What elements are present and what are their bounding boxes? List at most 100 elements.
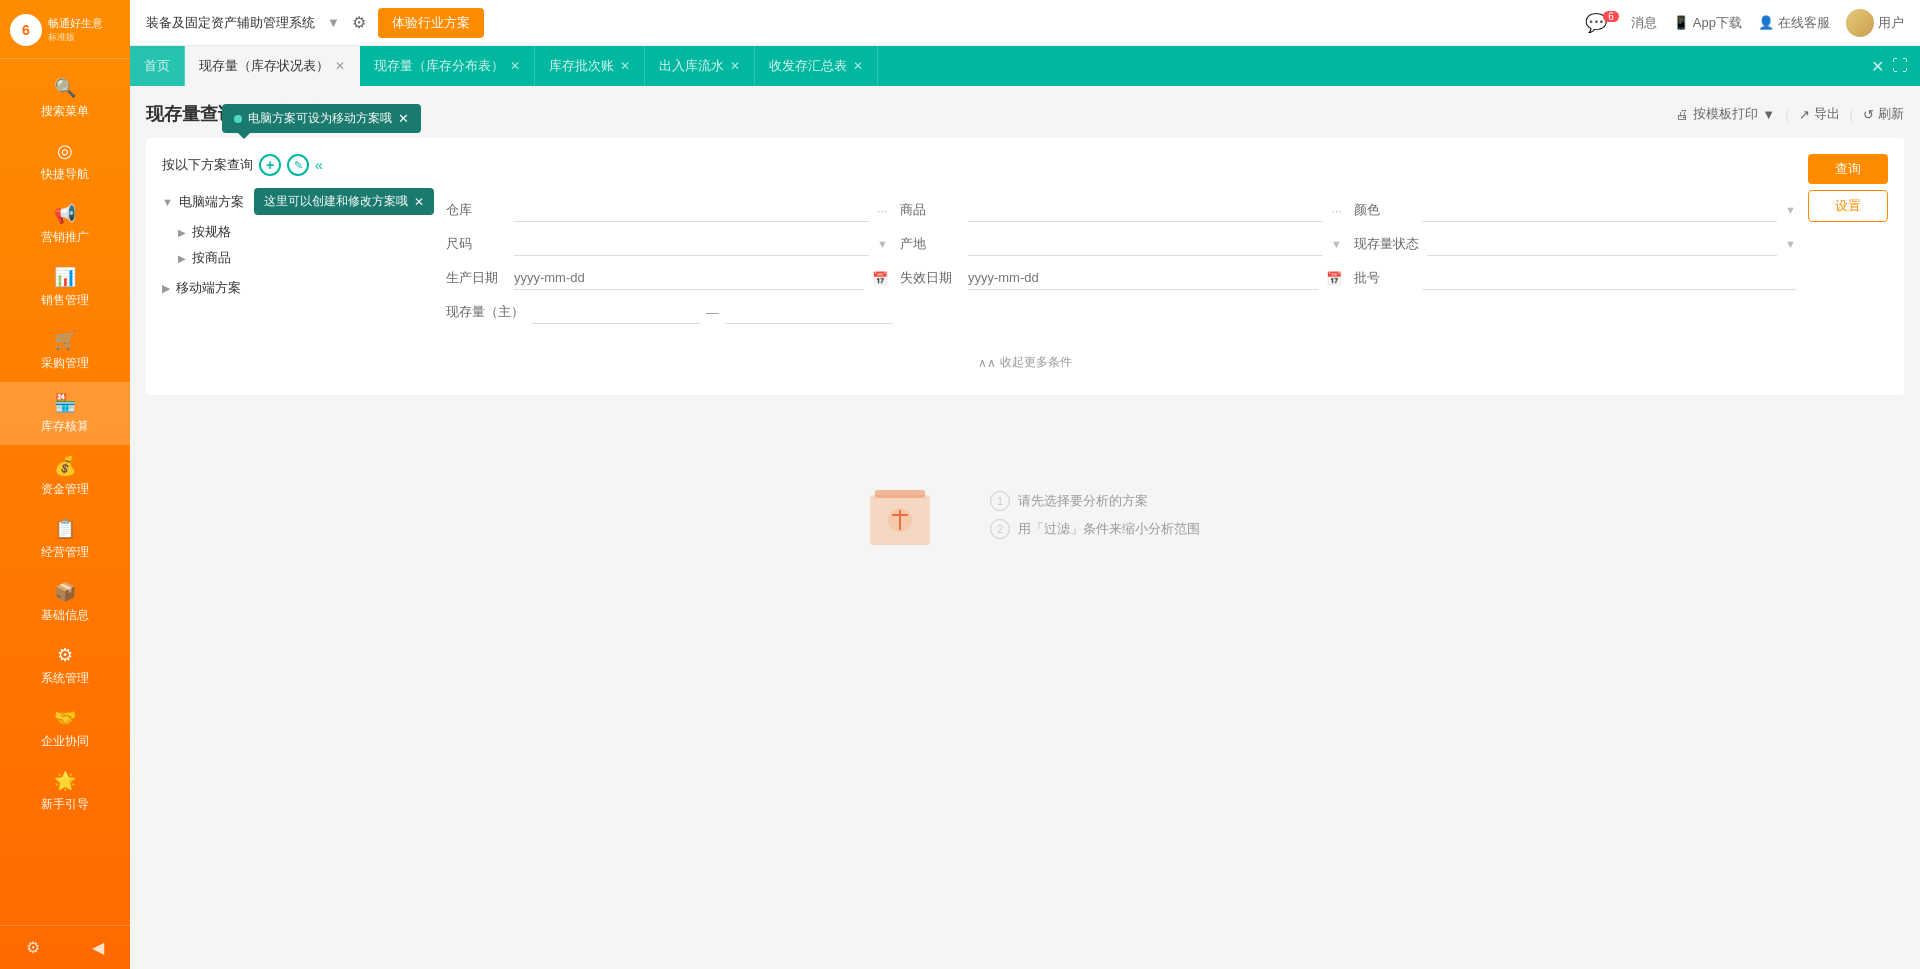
add-tooltip-close[interactable]: ✕ xyxy=(398,111,409,126)
batch-no-label: 批号 xyxy=(1354,269,1414,287)
tab-in-out-flow[interactable]: 出入库流水 ✕ xyxy=(645,46,755,86)
produce-date-field: 生产日期 📅 xyxy=(446,266,888,290)
tab-close-batch-account[interactable]: ✕ xyxy=(620,59,630,73)
sidebar-item-enterprise[interactable]: 🤝 企业协同 xyxy=(0,697,130,760)
settings-button[interactable]: 设置 xyxy=(1808,190,1888,222)
tooltip-dot xyxy=(234,115,242,123)
back-arrow-btn[interactable]: « xyxy=(315,157,323,173)
collapse-button[interactable]: ∧∧ 收起更多条件 xyxy=(978,354,1072,371)
mobile-scheme-arrow[interactable]: ▶ xyxy=(162,282,170,295)
export-icon: ↗ xyxy=(1799,107,1810,122)
stock-status-input[interactable] xyxy=(1427,232,1777,256)
sidebar-settings-btn[interactable]: ⚙ xyxy=(26,938,40,957)
produce-date-input[interactable] xyxy=(514,266,864,290)
tab-recv-summary-label: 收发存汇总表 xyxy=(769,57,847,75)
tabs-bar: 首页 现存量（库存状况表） ✕ 现存量（库存分布表） ✕ 库存批次账 ✕ 出入库… xyxy=(130,46,1920,86)
sidebar-collapse-btn[interactable]: ◀ xyxy=(92,938,104,957)
logo-badge: 标准版 xyxy=(48,31,103,44)
sidebar-item-label: 系统管理 xyxy=(41,670,89,687)
goods-input[interactable] xyxy=(968,198,1323,222)
warehouse-dots[interactable]: ··· xyxy=(877,203,888,218)
sidebar-item-operations[interactable]: 📋 经营管理 xyxy=(0,508,130,571)
refresh-action[interactable]: ↺ 刷新 xyxy=(1863,105,1904,123)
search-button[interactable]: 查询 xyxy=(1808,154,1888,184)
print-action[interactable]: 🖨 按模板打印 ▼ xyxy=(1676,105,1775,123)
color-dropdown[interactable]: ▼ xyxy=(1785,204,1796,216)
filter-row-2: 尺码 ▼ 产地 ▼ 现存量状态 ▼ xyxy=(446,232,1888,256)
app-download-item[interactable]: 📱 App下载 xyxy=(1673,14,1742,32)
tab-close-in-out-flow[interactable]: ✕ xyxy=(730,59,740,73)
stock-main-to-input[interactable] xyxy=(725,300,893,324)
system-title: 装备及固定资产辅助管理系统 xyxy=(146,14,315,32)
sidebar-item-newbie[interactable]: 🌟 新手引导 xyxy=(0,760,130,823)
origin-input[interactable] xyxy=(968,232,1323,256)
origin-dropdown[interactable]: ▼ xyxy=(1331,238,1342,250)
desktop-scheme-arrow[interactable]: ▼ xyxy=(162,196,173,208)
avatar-image xyxy=(1846,9,1874,37)
scheme-item-by-goods[interactable]: ▶ 按商品 xyxy=(178,245,434,271)
goods-dots[interactable]: ··· xyxy=(1331,203,1342,218)
tab-inventory-dist-label: 现存量（库存分布表） xyxy=(374,57,504,75)
add-tooltip: 电脑方案可设为移动方案哦 ✕ xyxy=(222,104,421,133)
trial-button[interactable]: 体验行业方案 xyxy=(378,8,484,38)
desktop-scheme-section: ▼ 电脑端方案 这里可以创建和修改方案哦 ✕ ▶ 按规格 xyxy=(162,184,434,271)
settings-gear-icon[interactable]: ⚙ xyxy=(352,13,366,32)
system-dropdown-icon[interactable]: ▼ xyxy=(327,15,340,30)
tab-inventory-status[interactable]: 现存量（库存状况表） ✕ xyxy=(185,46,360,86)
sidebar-item-search[interactable]: 🔍 搜索菜单 xyxy=(0,67,130,130)
tab-batch-account-label: 库存批次账 xyxy=(549,57,614,75)
sidebar-item-marketing[interactable]: 📢 营销推广 xyxy=(0,193,130,256)
empty-step-2-label: 用「过滤」条件来缩小分析范围 xyxy=(1018,520,1200,538)
color-input[interactable] xyxy=(1422,198,1777,222)
size-input[interactable] xyxy=(514,232,869,256)
sidebar-item-finance[interactable]: 💰 资金管理 xyxy=(0,445,130,508)
sidebar-item-purchase[interactable]: 🛒 采购管理 xyxy=(0,319,130,382)
expire-date-input[interactable] xyxy=(968,266,1318,290)
expire-date-calendar-icon[interactable]: 📅 xyxy=(1326,271,1342,286)
warehouse-input[interactable] xyxy=(514,198,869,222)
empty-step-1-label: 请先选择要分析的方案 xyxy=(1018,492,1148,510)
tab-close-all-btn[interactable]: ✕ xyxy=(1871,57,1884,76)
scheme-tooltip-close[interactable]: ✕ xyxy=(414,195,424,209)
inventory-icon: 🏪 xyxy=(54,392,76,414)
goods-field: 商品 ··· xyxy=(900,198,1342,222)
avatar xyxy=(1846,9,1874,37)
tab-close-recv-summary[interactable]: ✕ xyxy=(853,59,863,73)
tab-recv-summary[interactable]: 收发存汇总表 ✕ xyxy=(755,46,878,86)
app-download-label: App下载 xyxy=(1693,14,1742,32)
filter-action-buttons: 查询 设置 xyxy=(1808,154,1888,222)
sidebar-item-inventory[interactable]: 🏪 库存核算 xyxy=(0,382,130,445)
message-item[interactable]: 💬 6 消息 xyxy=(1585,12,1657,34)
add-tooltip-text: 电脑方案可设为移动方案哦 xyxy=(248,110,392,127)
tab-inventory-dist[interactable]: 现存量（库存分布表） ✕ xyxy=(360,46,535,86)
online-support-item[interactable]: 👤 在线客服 xyxy=(1758,14,1830,32)
tab-close-inventory-dist[interactable]: ✕ xyxy=(510,59,520,73)
refresh-icon: ↺ xyxy=(1863,107,1874,122)
add-scheme-btn[interactable]: + xyxy=(259,154,281,176)
stock-status-dropdown[interactable]: ▼ xyxy=(1785,238,1796,250)
stock-main-from-input[interactable] xyxy=(532,300,700,324)
sidebar-item-system[interactable]: ⚙ 系统管理 xyxy=(0,634,130,697)
scheme-item-by-spec[interactable]: ▶ 按规格 xyxy=(178,219,434,245)
stock-main-field: 现存量（主） — xyxy=(446,300,893,324)
tab-batch-account[interactable]: 库存批次账 ✕ xyxy=(535,46,645,86)
print-label: 按模板打印 xyxy=(1693,105,1758,123)
logo-icon: 6 xyxy=(10,14,42,46)
batch-no-input[interactable] xyxy=(1422,266,1796,290)
tab-close-inventory-status[interactable]: ✕ xyxy=(335,59,345,73)
tab-expand-btn[interactable]: ⛶ xyxy=(1892,57,1908,75)
tab-home[interactable]: 首页 xyxy=(130,46,185,86)
sidebar-item-basic[interactable]: 📦 基础信息 xyxy=(0,571,130,634)
user-item[interactable]: 用户 xyxy=(1846,9,1904,37)
sidebar-item-label: 销售管理 xyxy=(41,292,89,309)
produce-date-calendar-icon[interactable]: 📅 xyxy=(872,271,888,286)
sidebar-item-label: 快捷导航 xyxy=(41,166,89,183)
export-action[interactable]: ↗ 导出 xyxy=(1799,105,1840,123)
sidebar-item-guide[interactable]: ◎ 快捷导航 xyxy=(0,130,130,193)
sidebar-item-sales[interactable]: 📊 销售管理 xyxy=(0,256,130,319)
edit-scheme-btn[interactable]: ✎ xyxy=(287,154,309,176)
collapse-up-icon: ∧∧ xyxy=(978,356,996,370)
sidebar-item-label: 经营管理 xyxy=(41,544,89,561)
sidebar-item-label: 采购管理 xyxy=(41,355,89,372)
size-dropdown[interactable]: ▼ xyxy=(877,238,888,250)
